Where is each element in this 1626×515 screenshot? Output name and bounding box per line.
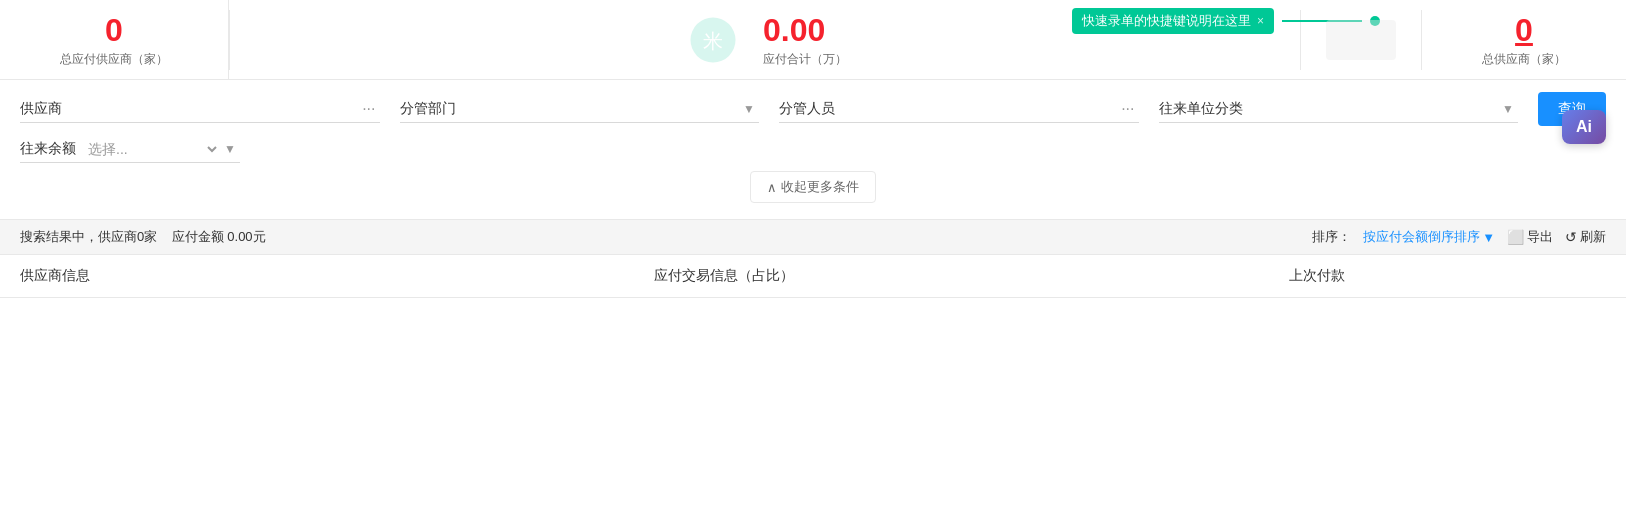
stat-total-payable-label: 总应付供应商（家）: [60, 51, 168, 68]
department-input[interactable]: [464, 101, 740, 117]
stat-total-suppliers-label: 总供应商（家）: [1482, 51, 1566, 68]
refresh-button[interactable]: ↺ 刷新: [1565, 228, 1606, 246]
balance-field: 往来余额 选择... ▼: [20, 136, 240, 163]
stat-total-payable: 0 总应付供应商（家）: [0, 0, 229, 79]
manager-label: 分管人员: [779, 100, 835, 118]
sort-arrow-icon: ▼: [1482, 230, 1495, 245]
sort-value: 按应付会额倒序排序: [1363, 228, 1480, 246]
department-field: 分管部门 ▼: [400, 96, 760, 123]
result-info: 搜索结果中，供应商0家 应付金额 0.00元: [20, 228, 266, 246]
stat-payable-total-label: 应付合计（万）: [763, 51, 847, 68]
stat-total-payable-number: 0: [105, 11, 123, 49]
table-header: 供应商信息 应付交易信息（占比） 上次付款: [0, 255, 1626, 298]
export-icon: ⬜: [1507, 229, 1524, 245]
tooltip-close-btn[interactable]: ×: [1257, 14, 1264, 28]
stat-payable-total-number: 0.00: [763, 12, 825, 48]
stats-bar: 0 总应付供应商（家） 米 0.00 应付合计（万） 快速录单的快捷键说明在这里…: [0, 0, 1626, 80]
supplier-label: 供应商: [20, 100, 70, 118]
supplier-field: 供应商 ···: [20, 96, 380, 123]
department-arrow[interactable]: ▼: [739, 102, 759, 116]
tooltip-text: 快速录单的快捷键说明在这里: [1082, 12, 1251, 30]
search-bar: 供应商 ··· 分管部门 ▼ 分管人员 ··· 往来单位分类 ▼ 查询 往来余额: [0, 80, 1626, 220]
table-col-transaction: 应付交易信息（占比）: [654, 267, 1288, 285]
manager-input[interactable]: [843, 101, 1117, 117]
search-row-1: 供应商 ··· 分管部门 ▼ 分管人员 ··· 往来单位分类 ▼ 查询: [20, 92, 1606, 126]
stat-icon-placeholder: [1326, 20, 1396, 60]
unit-category-label: 往来单位分类: [1159, 100, 1243, 118]
export-button[interactable]: ⬜ 导出: [1507, 228, 1553, 246]
result-text: 搜索结果中，供应商0家: [20, 229, 157, 244]
collapse-arrow-icon: ∧: [767, 180, 777, 195]
result-amount: 应付金额 0.00元: [172, 229, 266, 244]
collapse-section: ∧ 收起更多条件: [20, 163, 1606, 207]
ai-button[interactable]: Ai: [1562, 110, 1606, 144]
table-col-last-payment: 上次付款: [1289, 267, 1606, 285]
collapse-label: 收起更多条件: [781, 178, 859, 196]
balance-label: 往来余额: [20, 140, 76, 158]
coin-icon: 米: [683, 10, 743, 70]
refresh-label: 刷新: [1580, 228, 1606, 246]
stat-total-suppliers: 0 总供应商（家）: [1422, 0, 1626, 79]
sort-label: 排序：: [1312, 228, 1351, 246]
svg-text:米: 米: [703, 29, 723, 51]
search-row-2: 往来余额 选择... ▼: [20, 136, 1606, 163]
unit-category-input[interactable]: [1251, 101, 1499, 117]
stat-payable-total: 0.00 应付合计（万）: [763, 11, 847, 68]
manager-dots[interactable]: ···: [1117, 100, 1138, 118]
export-label: 导出: [1527, 228, 1553, 246]
stat-middle-section: 米 0.00 应付合计（万） 快速录单的快捷键说明在这里 ×: [230, 0, 1300, 79]
unit-category-field: 往来单位分类 ▼: [1159, 96, 1519, 123]
department-label: 分管部门: [400, 100, 456, 118]
stat-total-suppliers-number: 0: [1515, 11, 1533, 49]
sort-select[interactable]: 按应付会额倒序排序 ▼: [1363, 228, 1495, 246]
result-bar: 搜索结果中，供应商0家 应付金额 0.00元 排序： 按应付会额倒序排序 ▼ ⬜…: [0, 220, 1626, 255]
table-col-supplier: 供应商信息: [20, 267, 654, 285]
supplier-input[interactable]: [78, 101, 358, 117]
manager-field: 分管人员 ···: [779, 96, 1139, 123]
collapse-button[interactable]: ∧ 收起更多条件: [750, 171, 876, 203]
supplier-dots[interactable]: ···: [358, 100, 379, 118]
refresh-icon: ↺: [1565, 229, 1577, 245]
table-body: [0, 298, 1626, 515]
unit-category-arrow[interactable]: ▼: [1498, 102, 1518, 116]
balance-arrow[interactable]: ▼: [220, 142, 240, 156]
result-actions: 排序： 按应付会额倒序排序 ▼ ⬜ 导出 ↺ 刷新: [1312, 228, 1606, 246]
tooltip-box: 快速录单的快捷键说明在这里 ×: [1072, 8, 1274, 34]
balance-select[interactable]: 选择...: [84, 140, 220, 158]
